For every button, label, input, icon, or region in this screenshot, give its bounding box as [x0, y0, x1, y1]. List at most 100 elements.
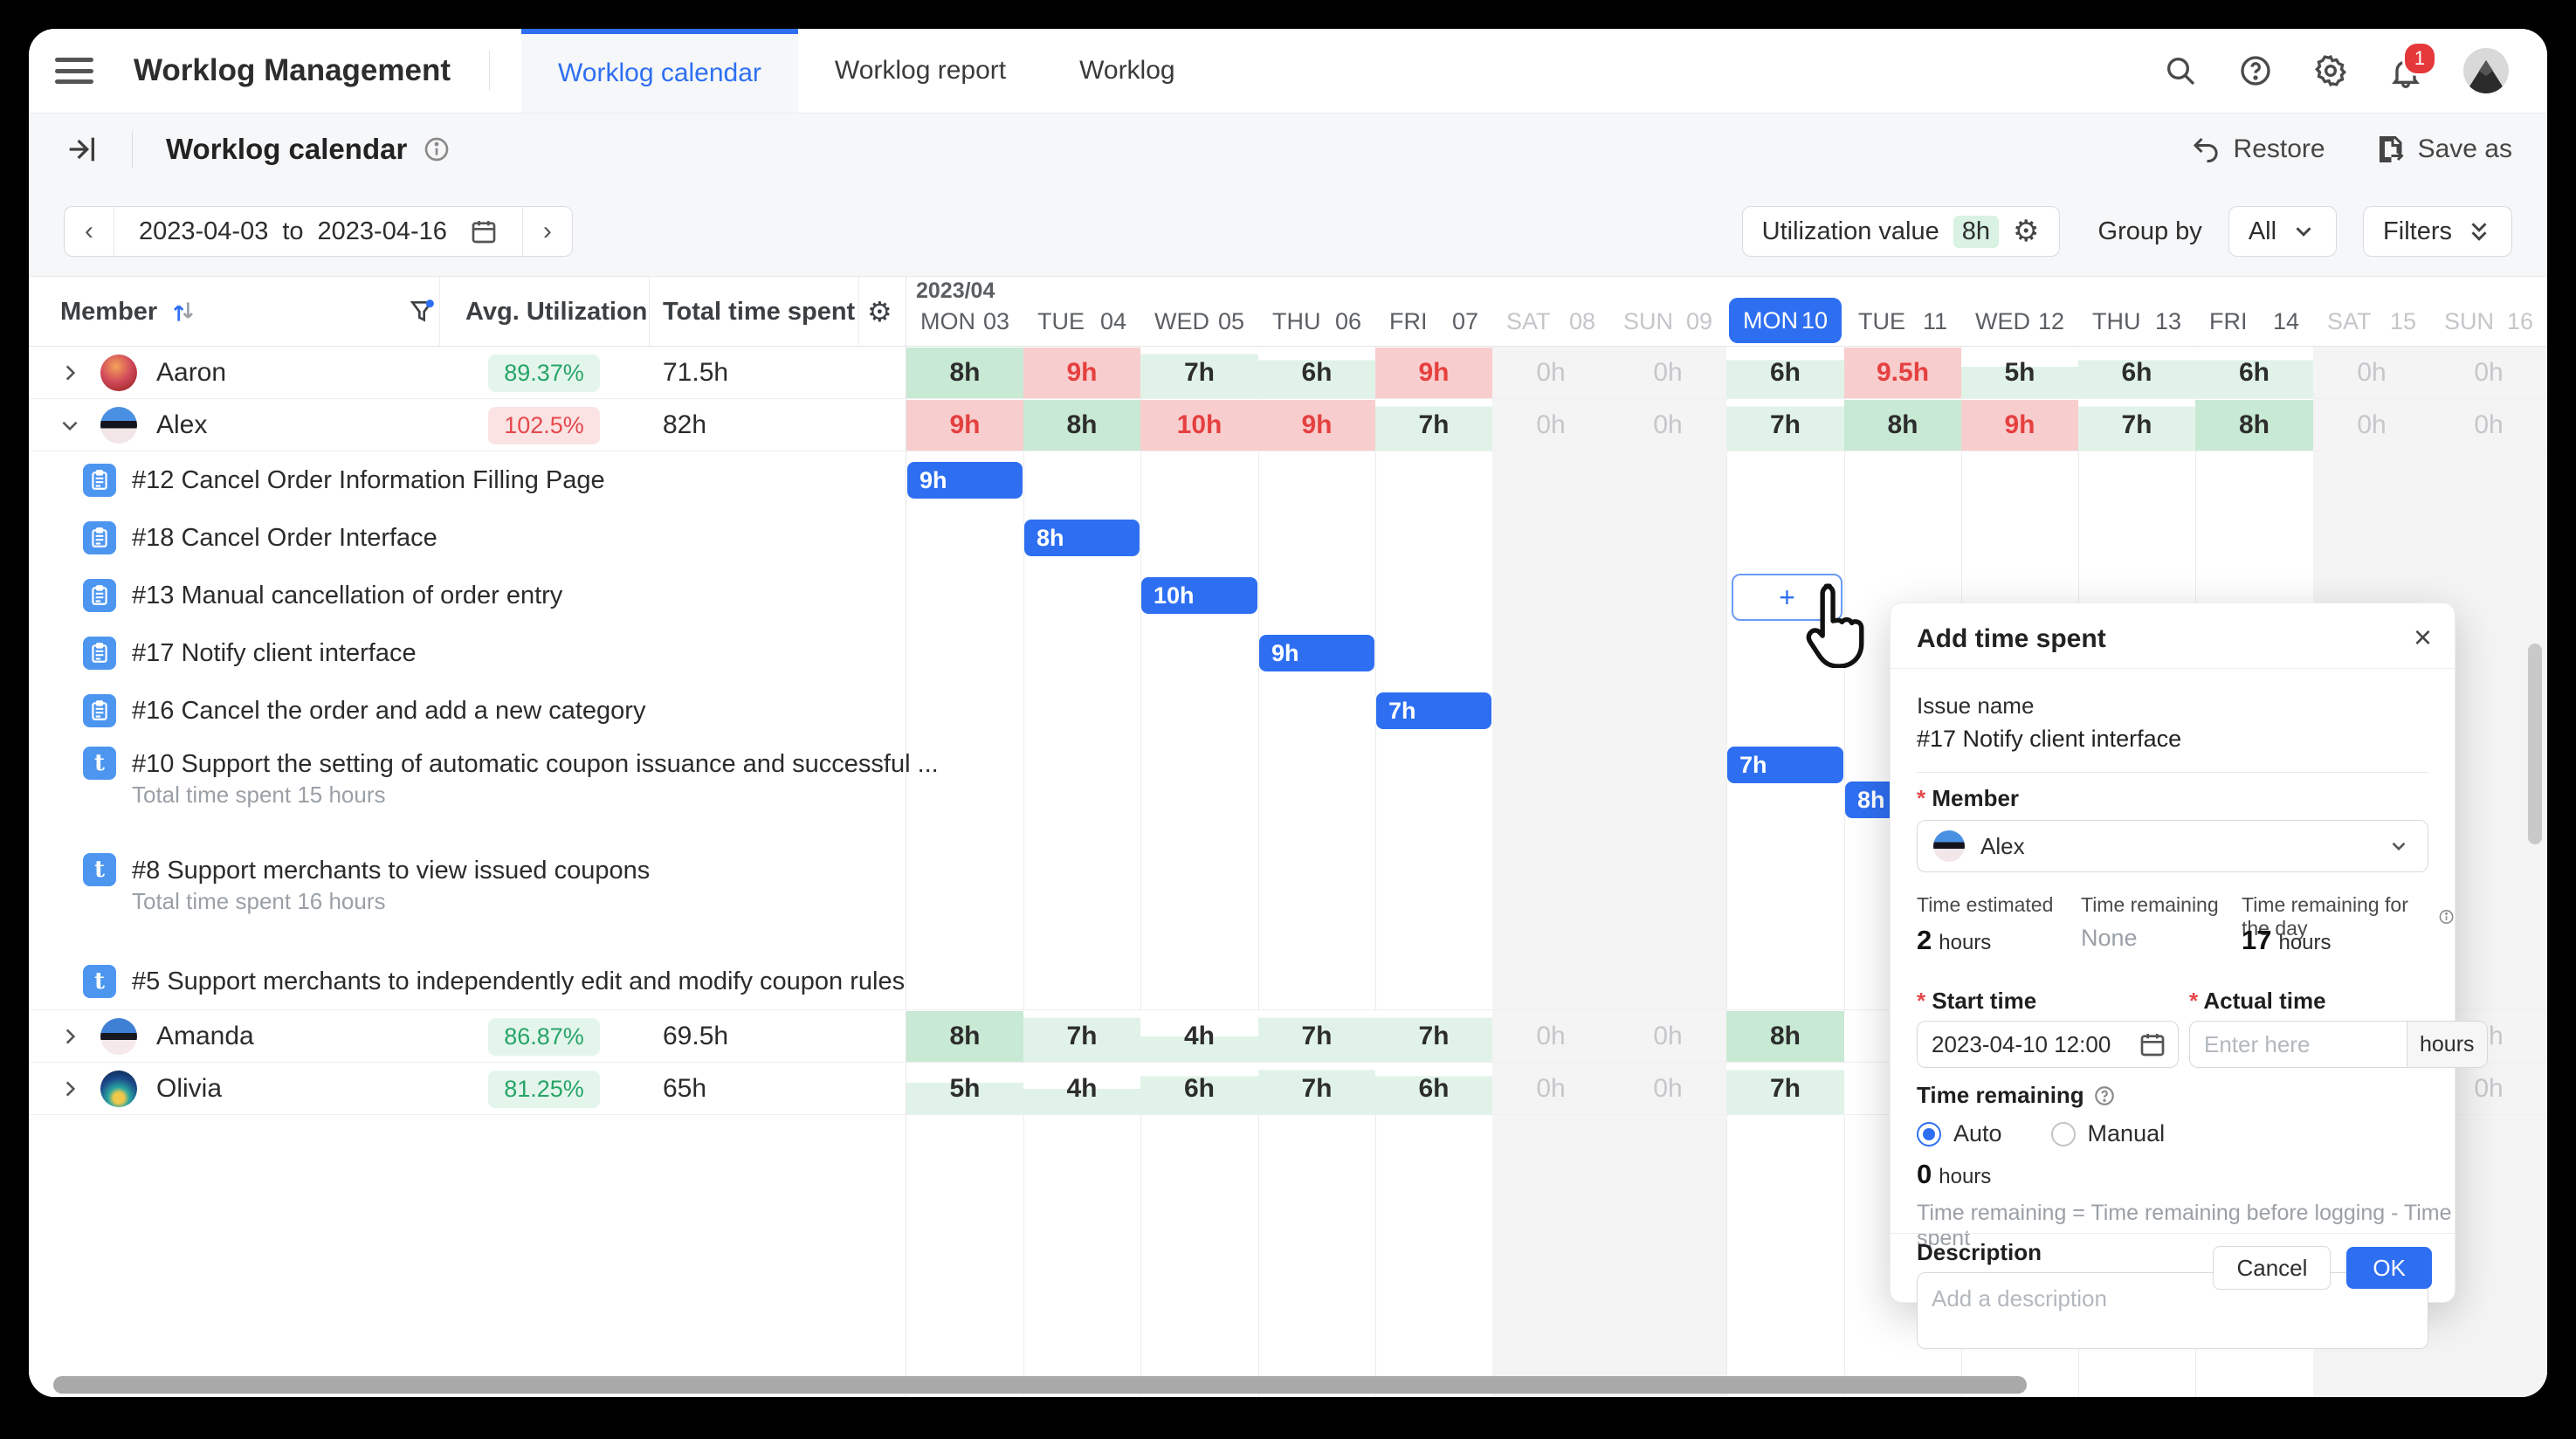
actual-time-input[interactable]: [2189, 1021, 2407, 1068]
app-title: Worklog Management: [134, 53, 451, 87]
total-time-value: 71.5h: [663, 358, 729, 387]
worklog-bar[interactable]: 8h: [1024, 520, 1140, 556]
avatar: [1933, 830, 1965, 862]
grid-column-weekend: [1492, 347, 1610, 1397]
utilization-gear-icon[interactable]: ⚙︎: [2013, 217, 2039, 246]
worklog-bar[interactable]: 9h: [1259, 635, 1374, 671]
hours-cell: 0h: [2313, 348, 2430, 398]
tab-worklog[interactable]: Worklog: [1043, 29, 1211, 113]
member-select[interactable]: Alex: [1917, 820, 2428, 872]
search-icon[interactable]: [2163, 53, 2198, 88]
worklog-bar[interactable]: 7h: [1376, 692, 1491, 729]
hours-cell: 8h: [906, 348, 1023, 398]
tab-worklog-report[interactable]: Worklog report: [798, 29, 1043, 113]
member-label: Member: [1917, 785, 2019, 812]
app-window: Worklog Management Worklog calendar Work…: [29, 29, 2547, 1397]
collapse-panel-icon[interactable]: [64, 132, 99, 167]
member-column-header[interactable]: Member: [60, 277, 197, 347]
user-avatar[interactable]: [2463, 48, 2509, 93]
add-time-cell[interactable]: +: [1732, 574, 1842, 621]
radio-manual[interactable]: Manual: [2050, 1120, 2165, 1147]
day-header: TUE 04: [1037, 307, 1126, 334]
hours-cell: 10h: [1140, 400, 1258, 451]
time-remaining-section-label: Time remaining: [1917, 1082, 2116, 1109]
hours-cell: 6h: [2195, 348, 2313, 398]
expand-chevron-icon[interactable]: [59, 1078, 81, 1100]
task-type-icon: t: [83, 747, 116, 780]
task-row[interactable]: #18 Cancel Order Interface: [29, 509, 906, 567]
right-controls: Utilization value 8h ⚙︎ Group by All Fil…: [1741, 206, 2512, 257]
member-row-amanda[interactable]: Amanda 86.87% 69.5h: [29, 1010, 906, 1063]
filter-funnel-icon[interactable]: [408, 298, 436, 326]
worklog-bar[interactable]: 10h: [1141, 577, 1257, 614]
day-header: MON 03: [920, 307, 1009, 334]
hours-addon: hours: [2407, 1021, 2488, 1068]
column-settings-gear-icon[interactable]: ⚙︎: [867, 277, 892, 347]
utilization-badge: 89.37%: [488, 354, 600, 392]
clipboard-icon: [83, 579, 116, 612]
hours-cell: 0h: [1609, 348, 1726, 398]
horizontal-scrollbar[interactable]: [53, 1376, 2027, 1394]
help-icon[interactable]: [2093, 1084, 2116, 1107]
task-row[interactable]: #12 Cancel Order Information Filling Pag…: [29, 451, 906, 509]
group-by-select[interactable]: All: [2228, 206, 2338, 257]
group-by-label: Group by: [2097, 217, 2202, 245]
info-icon[interactable]: [423, 135, 451, 163]
total-time-value: 82h: [663, 410, 707, 439]
ok-button[interactable]: OK: [2346, 1247, 2432, 1289]
page-toolbar: Worklog calendar Restore Save as: [29, 113, 2547, 186]
prev-period-button[interactable]: ‹: [65, 207, 114, 256]
day-header: THU 13: [2092, 307, 2181, 334]
utilization-value-button[interactable]: Utilization value 8h ⚙︎: [1741, 206, 2060, 257]
avg-utilization-column-header: Avg. Utilization: [465, 297, 648, 326]
save-as-icon: [2379, 136, 2404, 162]
restore-button[interactable]: Restore: [2190, 134, 2325, 165]
issue-name-label: Issue name: [1917, 692, 2035, 719]
save-as-button[interactable]: Save as: [2374, 134, 2512, 165]
task-row[interactable]: #16 Cancel the order and add a new categ…: [29, 682, 906, 740]
filters-button[interactable]: Filters: [2363, 206, 2512, 257]
radio-auto[interactable]: Auto: [1917, 1120, 2002, 1147]
hours-cell: 7h: [1258, 1064, 1375, 1114]
member-row-alex[interactable]: Alex 102.5% 82h: [29, 399, 906, 451]
day-header-weekend: SAT 08: [1506, 307, 1595, 334]
member-row-olivia[interactable]: Olivia 81.25% 65h: [29, 1063, 906, 1115]
clipboard-icon: [83, 521, 116, 554]
vertical-scrollbar[interactable]: [2528, 644, 2542, 844]
task-row[interactable]: #13 Manual cancellation of order entry: [29, 567, 906, 624]
expand-chevron-icon[interactable]: [59, 1025, 81, 1048]
hours-cell: 0h: [2430, 348, 2547, 398]
day-header-weekend: SUN 09: [1623, 307, 1712, 334]
avatar: [100, 1071, 137, 1107]
task-subtitle: Total time spent 15 hours: [132, 781, 386, 808]
worklog-bar[interactable]: 9h: [907, 462, 1023, 499]
task-row[interactable]: t #5 Support merchants to independently …: [29, 953, 906, 1010]
grid-column: [906, 347, 1024, 1397]
info-icon[interactable]: [2438, 906, 2455, 927]
sort-icon[interactable]: [169, 298, 197, 326]
calendar-icon[interactable]: [2139, 1030, 2166, 1058]
close-icon[interactable]: ×: [2414, 619, 2432, 656]
task-row[interactable]: #17 Notify client interface: [29, 624, 906, 682]
notifications-bell-icon[interactable]: 1: [2388, 41, 2437, 88]
next-period-button[interactable]: ›: [523, 207, 572, 256]
add-time-spent-modal: Add time spent × Issue name #17 Notify c…: [1890, 602, 2488, 1349]
grid-column-weekend: [1609, 347, 1727, 1397]
hours-cell: 7h: [1258, 1011, 1375, 1062]
tab-worklog-calendar[interactable]: Worklog calendar: [521, 29, 798, 113]
date-range-value[interactable]: 2023-04-03 to 2023-04-16: [114, 207, 523, 256]
cancel-button[interactable]: Cancel: [2213, 1246, 2331, 1290]
help-icon[interactable]: [2238, 53, 2273, 88]
top-navbar: Worklog Management Worklog calendar Work…: [29, 29, 2547, 114]
grid-column: [1726, 347, 1845, 1397]
expand-chevron-icon[interactable]: [59, 361, 81, 384]
hours-cell: 8h: [2195, 400, 2313, 451]
hamburger-menu-icon[interactable]: [55, 58, 93, 84]
hours-cell: 0h: [1492, 1064, 1609, 1114]
member-row-aaron[interactable]: Aaron 89.37% 71.5h: [29, 347, 906, 399]
worklog-bar[interactable]: 7h: [1727, 747, 1843, 783]
collapse-chevron-icon[interactable]: [59, 414, 81, 437]
restore-icon: [2193, 137, 2218, 162]
hours-cell: 9h: [1023, 348, 1140, 398]
settings-gear-icon[interactable]: [2313, 53, 2348, 88]
